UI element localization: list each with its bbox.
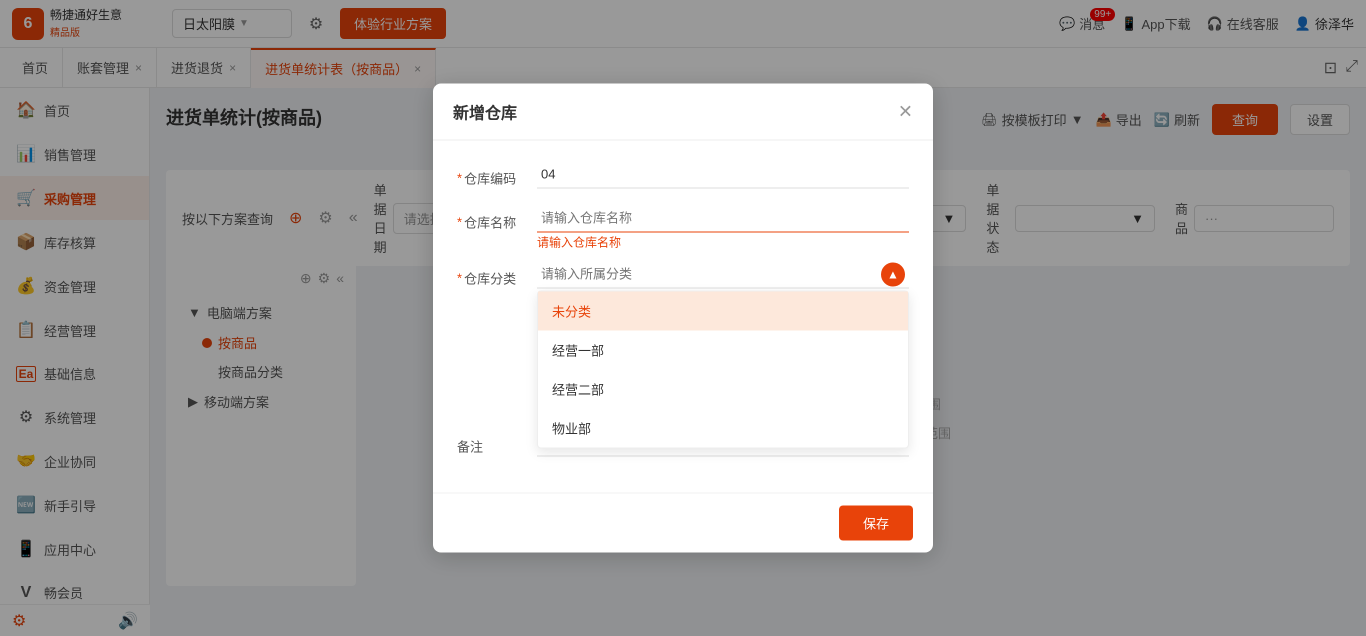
warehouse-name-input[interactable] xyxy=(537,205,909,233)
dialog-close-button[interactable]: ✕ xyxy=(898,101,913,122)
dropdown-item-0[interactable]: 未分类 xyxy=(538,292,908,331)
new-warehouse-dialog: 新增仓库 ✕ * 仓库编码 * 仓库名称 请输入仓库名称 * xyxy=(433,84,933,553)
save-button[interactable]: 保存 xyxy=(839,506,913,541)
warehouse-category-wrapper: ▲ 未分类经营一部经营二部物业部 xyxy=(537,261,909,289)
warehouse-code-row: * 仓库编码 xyxy=(457,161,909,189)
dialog-body: * 仓库编码 * 仓库名称 请输入仓库名称 * 仓库分类 ▲ xyxy=(433,141,933,493)
dropdown-item-2[interactable]: 经营二部 xyxy=(538,370,908,409)
warehouse-code-input[interactable] xyxy=(537,161,909,189)
warehouse-code-label: * 仓库编码 xyxy=(457,161,537,188)
dialog-header: 新增仓库 ✕ xyxy=(433,84,933,141)
warehouse-name-label: * 仓库名称 xyxy=(457,205,537,232)
warehouse-name-row: * 仓库名称 请输入仓库名称 xyxy=(457,205,909,233)
dialog-footer: 保存 xyxy=(433,493,933,553)
warehouse-category-row: * 仓库分类 ▲ 未分类经营一部经营二部物业部 xyxy=(457,261,909,289)
warehouse-notes-label: 备注 xyxy=(457,429,537,456)
dialog-title: 新增仓库 xyxy=(453,100,517,124)
warehouse-category-input[interactable] xyxy=(537,261,909,289)
warehouse-name-error: 请输入仓库名称 xyxy=(537,234,621,251)
dropdown-item-3[interactable]: 物业部 xyxy=(538,409,908,448)
category-dropdown: 未分类经营一部经营二部物业部 xyxy=(537,291,909,449)
warehouse-category-label: * 仓库分类 xyxy=(457,261,537,288)
category-toggle-icon[interactable]: ▲ xyxy=(881,263,905,287)
dropdown-item-1[interactable]: 经营一部 xyxy=(538,331,908,370)
